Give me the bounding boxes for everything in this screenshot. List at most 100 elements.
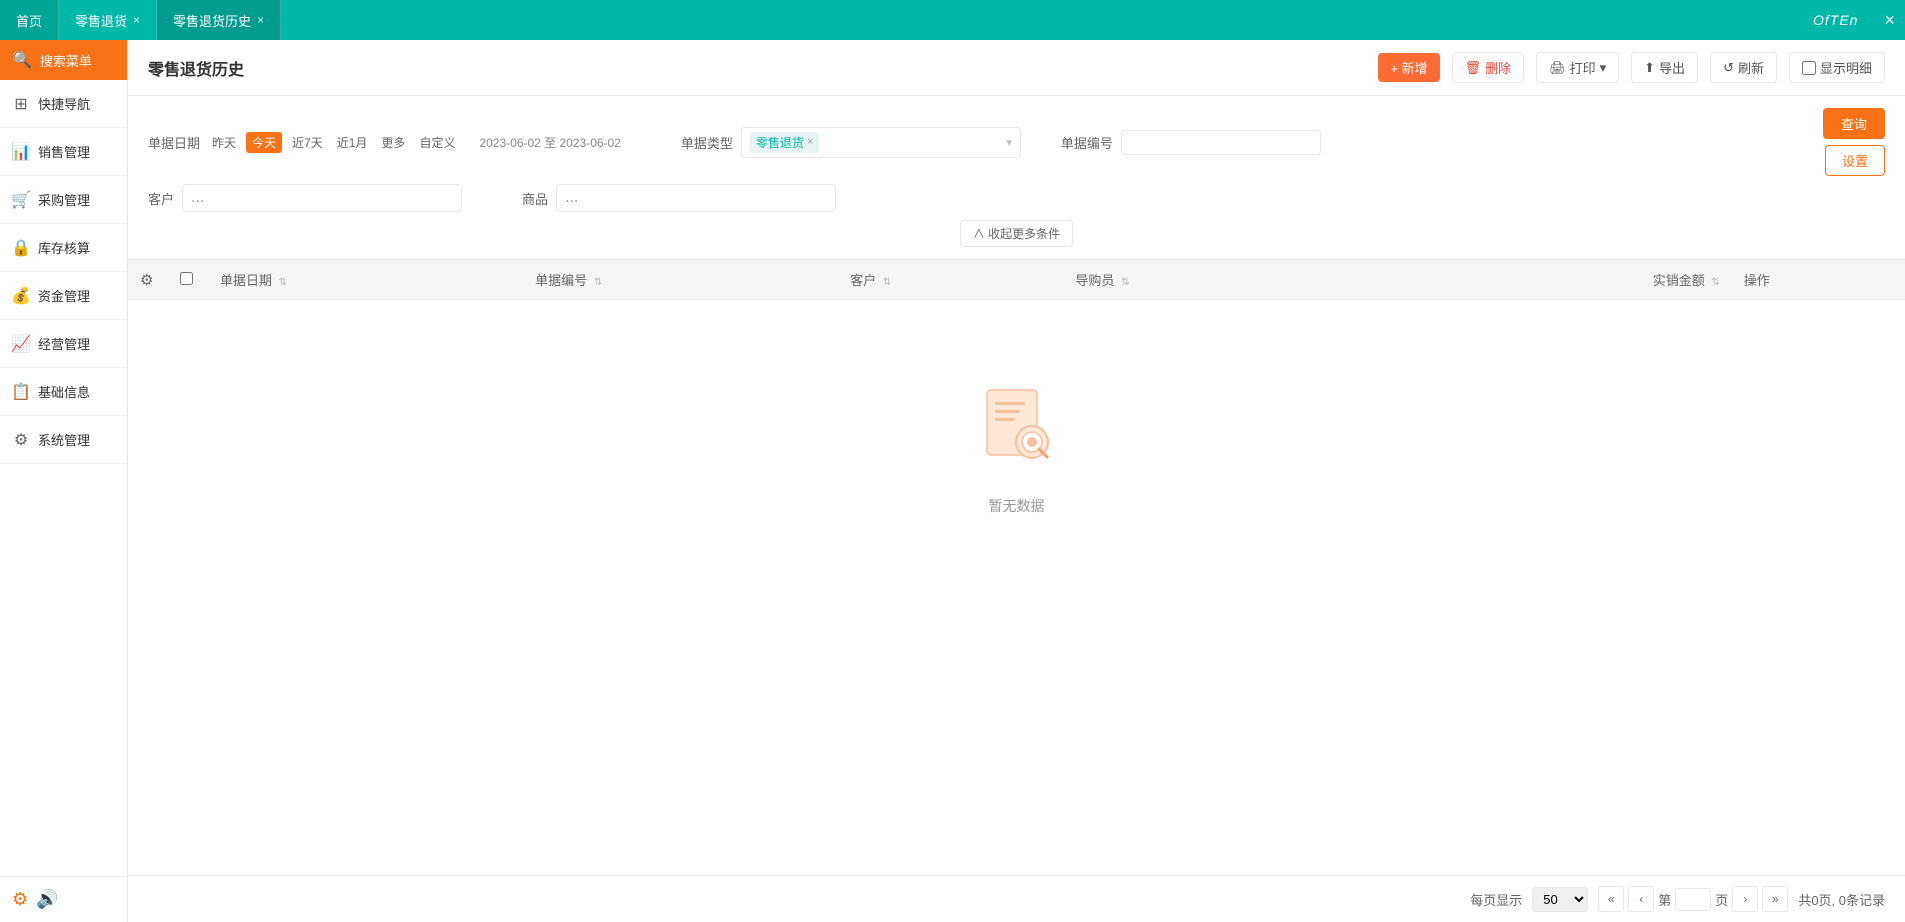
sidebar-item-label: 资金管理 xyxy=(38,286,90,305)
sidebar-item-sales-mgmt[interactable]: 📊 销售管理 xyxy=(0,128,127,176)
date-label: 单据日期 xyxy=(148,133,200,152)
doc-number-label: 单据编号 xyxy=(1061,133,1113,152)
filter-row-1: 单据日期 昨天 今天 近7天 近1月 更多 自定义 2023-06-02 至 2… xyxy=(148,108,1885,176)
date-custom[interactable]: 自定义 xyxy=(415,132,459,153)
goods-dots: ... xyxy=(565,189,578,207)
brand-label: OfTEn xyxy=(1813,12,1858,28)
sidebar-item-purchase-mgmt[interactable]: 🛒 采购管理 xyxy=(0,176,127,224)
sidebar-item-system-mgmt[interactable]: ⚙ 系统管理 xyxy=(0,416,127,464)
sidebar-item-inventory[interactable]: 🔒 库存核算 xyxy=(0,224,127,272)
sidebar-item-quick-nav[interactable]: ⊞ 快捷导航 xyxy=(0,80,127,128)
empty-state-row: 暂无数据 xyxy=(128,300,1905,597)
delete-button[interactable]: 🗑 删除 xyxy=(1452,52,1525,83)
th-settings: ⚙ xyxy=(128,260,168,300)
collapse-button[interactable]: ∧ 收起更多条件 xyxy=(960,220,1073,247)
doc-type-tag: 零售退货 × xyxy=(750,132,819,153)
sort-doc-number-icon[interactable]: ⇅ xyxy=(594,277,602,288)
doc-type-tag-close[interactable]: × xyxy=(807,136,813,148)
table-header-row: ⚙ 单据日期 ⇅ 单据编号 ⇅ xyxy=(128,260,1905,300)
sidebar-search[interactable]: 🔍 搜索菜单 xyxy=(0,40,127,80)
sidebar-item-finance-mgmt[interactable]: 💰 资金管理 xyxy=(0,272,127,320)
settings-bottom-icon[interactable]: ⚙ xyxy=(12,889,28,910)
sort-guide-icon[interactable]: ⇅ xyxy=(1121,277,1129,288)
prev-page-button[interactable]: ‹ xyxy=(1628,886,1654,912)
tab-retail-return-history-label: 零售退货历史 xyxy=(173,11,251,30)
tab-home-label: 首页 xyxy=(16,11,42,30)
settings-button[interactable]: 设置 xyxy=(1825,145,1885,176)
sidebar-item-label: 系统管理 xyxy=(38,430,90,449)
th-customer-label: 客户 xyxy=(850,273,876,288)
sort-doc-date-icon[interactable]: ⇅ xyxy=(279,277,287,288)
sidebar-item-label: 库存核算 xyxy=(38,238,90,257)
tab-retail-return-close[interactable]: × xyxy=(133,13,140,27)
data-table: ⚙ 单据日期 ⇅ 单据编号 ⇅ xyxy=(128,260,1905,596)
sidebar-item-operations-mgmt[interactable]: 📈 经营管理 xyxy=(0,320,127,368)
print-dropdown-icon: ▾ xyxy=(1600,60,1607,76)
print-icon: 🖨 xyxy=(1549,60,1566,76)
doc-type-dropdown-icon: ▾ xyxy=(1006,136,1012,149)
doc-type-label: 单据类型 xyxy=(681,133,733,152)
sidebar-bottom: ⚙ 🔊 xyxy=(0,876,127,922)
first-page-button[interactable]: « xyxy=(1598,886,1624,912)
filter-row-2: 客户 ... 商品 ... xyxy=(148,184,1885,212)
tab-retail-return[interactable]: 零售退货 × xyxy=(59,0,157,40)
inventory-icon: 🔒 xyxy=(12,239,30,257)
next-page-button[interactable]: › xyxy=(1732,886,1758,912)
add-button[interactable]: + 新增 xyxy=(1378,53,1439,82)
filter-area: 单据日期 昨天 今天 近7天 近1月 更多 自定义 2023-06-02 至 2… xyxy=(128,96,1905,260)
empty-state-text: 暂无数据 xyxy=(989,496,1045,516)
tab-home[interactable]: 首页 xyxy=(0,0,59,40)
select-all-checkbox[interactable] xyxy=(180,272,193,285)
date-more[interactable]: 更多 xyxy=(377,132,409,153)
sidebar-item-label: 快捷导航 xyxy=(38,94,90,113)
doc-number-input[interactable] xyxy=(1121,130,1321,155)
sound-bottom-icon[interactable]: 🔊 xyxy=(36,889,58,910)
finance-icon: 💰 xyxy=(12,287,30,305)
window-close-button[interactable]: × xyxy=(1874,10,1905,31)
display-detail-toggle[interactable]: 显示明细 xyxy=(1789,52,1885,83)
sidebar-item-basic-info[interactable]: 📋 基础信息 xyxy=(0,368,127,416)
sidebar-item-label: 采购管理 xyxy=(38,190,90,209)
tab-retail-return-history-close[interactable]: × xyxy=(257,13,264,27)
th-guide: 导购员 ⇅ xyxy=(1063,260,1333,300)
goods-select[interactable]: ... xyxy=(556,184,836,212)
page-number-input[interactable]: 1 xyxy=(1675,888,1711,911)
print-label: 打印 xyxy=(1570,58,1596,77)
empty-state-cell: 暂无数据 xyxy=(128,300,1905,597)
print-button[interactable]: 🖨 打印 ▾ xyxy=(1536,52,1619,83)
main-layout: 🔍 搜索菜单 ⊞ 快捷导航 📊 销售管理 🛒 采购管理 🔒 库存核算 💰 资金管… xyxy=(0,40,1905,922)
display-detail-checkbox[interactable] xyxy=(1802,61,1816,75)
th-doc-date-label: 单据日期 xyxy=(220,273,272,288)
sales-icon: 📊 xyxy=(12,143,30,161)
date-options: 昨天 今天 近7天 近1月 更多 自定义 xyxy=(208,132,459,153)
date-yesterday[interactable]: 昨天 xyxy=(208,132,240,153)
content-area: 零售退货历史 + 新增 🗑 删除 🖨 打印 ▾ ⬆ 导出 ↺ xyxy=(128,40,1905,922)
date-7days[interactable]: 近7天 xyxy=(288,132,327,153)
date-1month[interactable]: 近1月 xyxy=(333,132,372,153)
per-page-select[interactable]: 50 10 20 100 xyxy=(1532,887,1588,912)
table-header: ⚙ 单据日期 ⇅ 单据编号 ⇅ xyxy=(128,260,1905,300)
th-actual-amount-label: 实销金额 xyxy=(1653,273,1705,288)
last-page-button[interactable]: » xyxy=(1762,886,1788,912)
table-settings-icon[interactable]: ⚙ xyxy=(140,272,153,289)
refresh-button[interactable]: ↺ 刷新 xyxy=(1710,52,1777,83)
search-icon: 🔍 xyxy=(12,50,32,70)
refresh-label: 刷新 xyxy=(1738,58,1764,77)
empty-state: 暂无数据 xyxy=(128,300,1905,596)
collapse-row: ∧ 收起更多条件 xyxy=(148,220,1885,247)
sort-customer-icon[interactable]: ⇅ xyxy=(883,277,891,288)
th-doc-date: 单据日期 ⇅ xyxy=(208,260,523,300)
pagination-nav: « ‹ 第 1 页 › » xyxy=(1598,886,1788,912)
export-button[interactable]: ⬆ 导出 xyxy=(1631,52,1698,83)
export-icon: ⬆ xyxy=(1644,60,1655,76)
date-filter: 单据日期 昨天 今天 近7天 近1月 更多 自定义 xyxy=(148,132,459,153)
tab-list: 首页 零售退货 × 零售退货历史 × xyxy=(0,0,1813,40)
empty-state-icon xyxy=(967,380,1067,480)
doc-type-select[interactable]: 零售退货 × ▾ xyxy=(741,127,1021,158)
query-button[interactable]: 查询 xyxy=(1823,108,1885,139)
sort-amount-icon[interactable]: ⇅ xyxy=(1711,277,1719,288)
customer-select[interactable]: ... xyxy=(182,184,462,212)
tab-retail-return-history[interactable]: 零售退货历史 × xyxy=(157,0,281,40)
date-today[interactable]: 今天 xyxy=(246,132,282,153)
sidebar: 🔍 搜索菜单 ⊞ 快捷导航 📊 销售管理 🛒 采购管理 🔒 库存核算 💰 资金管… xyxy=(0,40,128,922)
